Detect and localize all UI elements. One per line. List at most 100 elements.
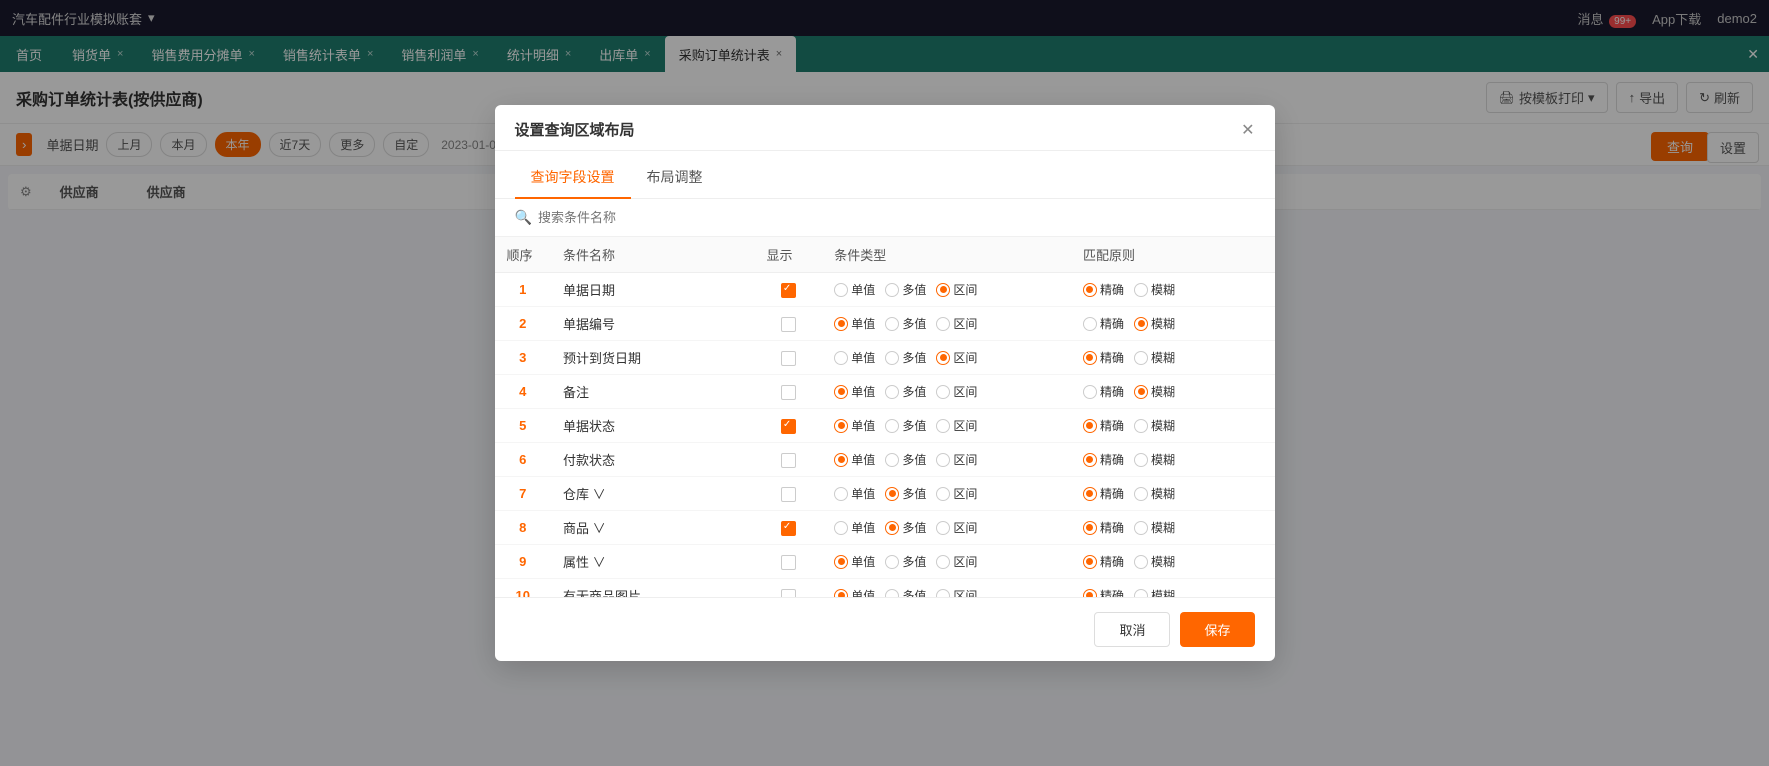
cell-name: 单据日期 bbox=[551, 273, 754, 307]
show-checkbox[interactable] bbox=[781, 589, 796, 597]
type-radio-item[interactable]: 单值 bbox=[834, 315, 875, 332]
match-radio-item[interactable]: 模糊 bbox=[1134, 519, 1175, 536]
radio-label: 模糊 bbox=[1151, 417, 1175, 434]
cell-type: 单值多值区间 bbox=[822, 545, 1071, 579]
show-checkbox[interactable] bbox=[781, 555, 796, 570]
type-radio-item[interactable]: 单值 bbox=[834, 553, 875, 570]
show-checkbox[interactable] bbox=[781, 521, 796, 536]
dialog-close-button[interactable]: ✕ bbox=[1241, 120, 1254, 140]
show-checkbox[interactable] bbox=[781, 283, 796, 298]
type-radio-item[interactable]: 多值 bbox=[885, 587, 926, 597]
match-radio-item[interactable]: 精确 bbox=[1083, 349, 1124, 366]
show-checkbox[interactable] bbox=[781, 317, 796, 332]
type-radio-item[interactable]: 区间 bbox=[936, 417, 977, 434]
show-checkbox[interactable] bbox=[781, 351, 796, 366]
type-radio-item[interactable]: 区间 bbox=[936, 383, 977, 400]
type-radio-group: 单值多值区间 bbox=[834, 315, 1059, 332]
type-radio-item[interactable]: 多值 bbox=[885, 417, 926, 434]
radio-label: 单值 bbox=[851, 451, 875, 468]
match-radio-item[interactable]: 模糊 bbox=[1134, 587, 1175, 597]
match-radio-item[interactable]: 精确 bbox=[1083, 451, 1124, 468]
match-radio-group: 精确 模糊 bbox=[1083, 417, 1263, 434]
cell-type: 单值多值区间 bbox=[822, 341, 1071, 375]
type-radio-item[interactable]: 单值 bbox=[834, 519, 875, 536]
match-radio-item[interactable]: 精确 bbox=[1083, 315, 1124, 332]
match-radio-item[interactable]: 精确 bbox=[1083, 519, 1124, 536]
order-number: 8 bbox=[519, 520, 526, 535]
type-radio-item[interactable]: 多值 bbox=[885, 451, 926, 468]
match-radio-item[interactable]: 模糊 bbox=[1134, 349, 1175, 366]
show-checkbox[interactable] bbox=[781, 453, 796, 468]
radio-circle-icon bbox=[834, 555, 848, 569]
radio-label: 模糊 bbox=[1151, 587, 1175, 597]
cell-show bbox=[754, 545, 822, 579]
type-radio-item[interactable]: 区间 bbox=[936, 349, 977, 366]
match-radio-item[interactable]: 精确 bbox=[1083, 553, 1124, 570]
cell-show bbox=[754, 409, 822, 443]
type-radio-item[interactable]: 区间 bbox=[936, 315, 977, 332]
type-radio-item[interactable]: 多值 bbox=[885, 281, 926, 298]
match-radio-item[interactable]: 模糊 bbox=[1134, 315, 1175, 332]
radio-circle-icon bbox=[1083, 555, 1097, 569]
radio-circle-icon bbox=[1134, 589, 1148, 598]
match-radio-item[interactable]: 模糊 bbox=[1134, 417, 1175, 434]
type-radio-item[interactable]: 区间 bbox=[936, 281, 977, 298]
show-checkbox[interactable] bbox=[781, 385, 796, 400]
radio-label: 多值 bbox=[902, 281, 926, 298]
type-radio-item[interactable]: 多值 bbox=[885, 383, 926, 400]
radio-label: 精确 bbox=[1100, 315, 1124, 332]
radio-label: 模糊 bbox=[1151, 519, 1175, 536]
type-radio-item[interactable]: 多值 bbox=[885, 315, 926, 332]
radio-circle-icon bbox=[885, 521, 899, 535]
type-radio-item[interactable]: 单值 bbox=[834, 349, 875, 366]
type-radio-item[interactable]: 区间 bbox=[936, 553, 977, 570]
type-radio-item[interactable]: 单值 bbox=[834, 485, 875, 502]
type-radio-item[interactable]: 区间 bbox=[936, 485, 977, 502]
dialog-tab-query-fields[interactable]: 查询字段设置 bbox=[515, 161, 631, 199]
radio-label: 区间 bbox=[953, 451, 977, 468]
type-radio-item[interactable]: 单值 bbox=[834, 587, 875, 597]
cell-order: 6 bbox=[495, 443, 552, 477]
match-radio-group: 精确模糊 bbox=[1083, 349, 1263, 366]
dialog-tab-layout[interactable]: 布局调整 bbox=[631, 161, 719, 199]
type-radio-item[interactable]: 多值 bbox=[885, 553, 926, 570]
cell-match: 精确模糊 bbox=[1071, 477, 1275, 511]
type-radio-item[interactable]: 区间 bbox=[936, 519, 977, 536]
match-radio-item[interactable]: 精确 bbox=[1083, 485, 1124, 502]
cancel-button[interactable]: 取消 bbox=[1094, 612, 1170, 647]
type-radio-item[interactable]: 单值 bbox=[834, 451, 875, 468]
show-checkbox[interactable] bbox=[781, 419, 796, 434]
radio-label: 单值 bbox=[851, 417, 875, 434]
search-input[interactable] bbox=[538, 210, 738, 225]
type-radio-item[interactable]: 区间 bbox=[936, 587, 977, 597]
type-radio-item[interactable]: 多值 bbox=[885, 519, 926, 536]
table-row: 4备注单值多值区间精确模糊 bbox=[495, 375, 1275, 409]
type-radio-item[interactable]: 多值 bbox=[885, 485, 926, 502]
match-radio-item[interactable]: 模糊 bbox=[1134, 383, 1175, 400]
cell-type: 单值多值区间 bbox=[822, 511, 1071, 545]
type-radio-group: 单值多值区间 bbox=[834, 553, 1059, 570]
match-radio-item[interactable]: 模糊 bbox=[1134, 553, 1175, 570]
type-radio-item[interactable]: 单值 bbox=[834, 417, 875, 434]
match-radio-item[interactable]: 精确 bbox=[1083, 587, 1124, 597]
radio-circle-icon bbox=[1083, 521, 1097, 535]
radio-circle-icon bbox=[885, 419, 899, 433]
match-radio-item[interactable]: 精确 bbox=[1083, 281, 1124, 298]
match-radio-item[interactable]: 模糊 bbox=[1134, 451, 1175, 468]
save-button[interactable]: 保存 bbox=[1180, 612, 1254, 647]
match-radio-item[interactable]: 模糊 bbox=[1134, 281, 1175, 298]
type-radio-item[interactable]: 单值 bbox=[834, 383, 875, 400]
match-radio-item[interactable]: 精确 bbox=[1083, 417, 1124, 434]
cell-match: 精确模糊 bbox=[1071, 273, 1275, 307]
type-radio-group: 单值 多值区间 bbox=[834, 281, 1059, 298]
type-radio-item[interactable]: 多值 bbox=[885, 349, 926, 366]
show-checkbox[interactable] bbox=[781, 487, 796, 502]
table-row: 9属性 ∨单值多值区间精确模糊 bbox=[495, 545, 1275, 579]
cell-type: 单值多值区间 bbox=[822, 477, 1071, 511]
type-radio-item[interactable]: 区间 bbox=[936, 451, 977, 468]
radio-circle-icon bbox=[1134, 453, 1148, 467]
match-radio-item[interactable]: 模糊 bbox=[1134, 485, 1175, 502]
match-radio-item[interactable]: 精确 bbox=[1083, 383, 1124, 400]
type-radio-item[interactable]: 单值 bbox=[834, 281, 875, 298]
radio-circle-icon bbox=[834, 453, 848, 467]
